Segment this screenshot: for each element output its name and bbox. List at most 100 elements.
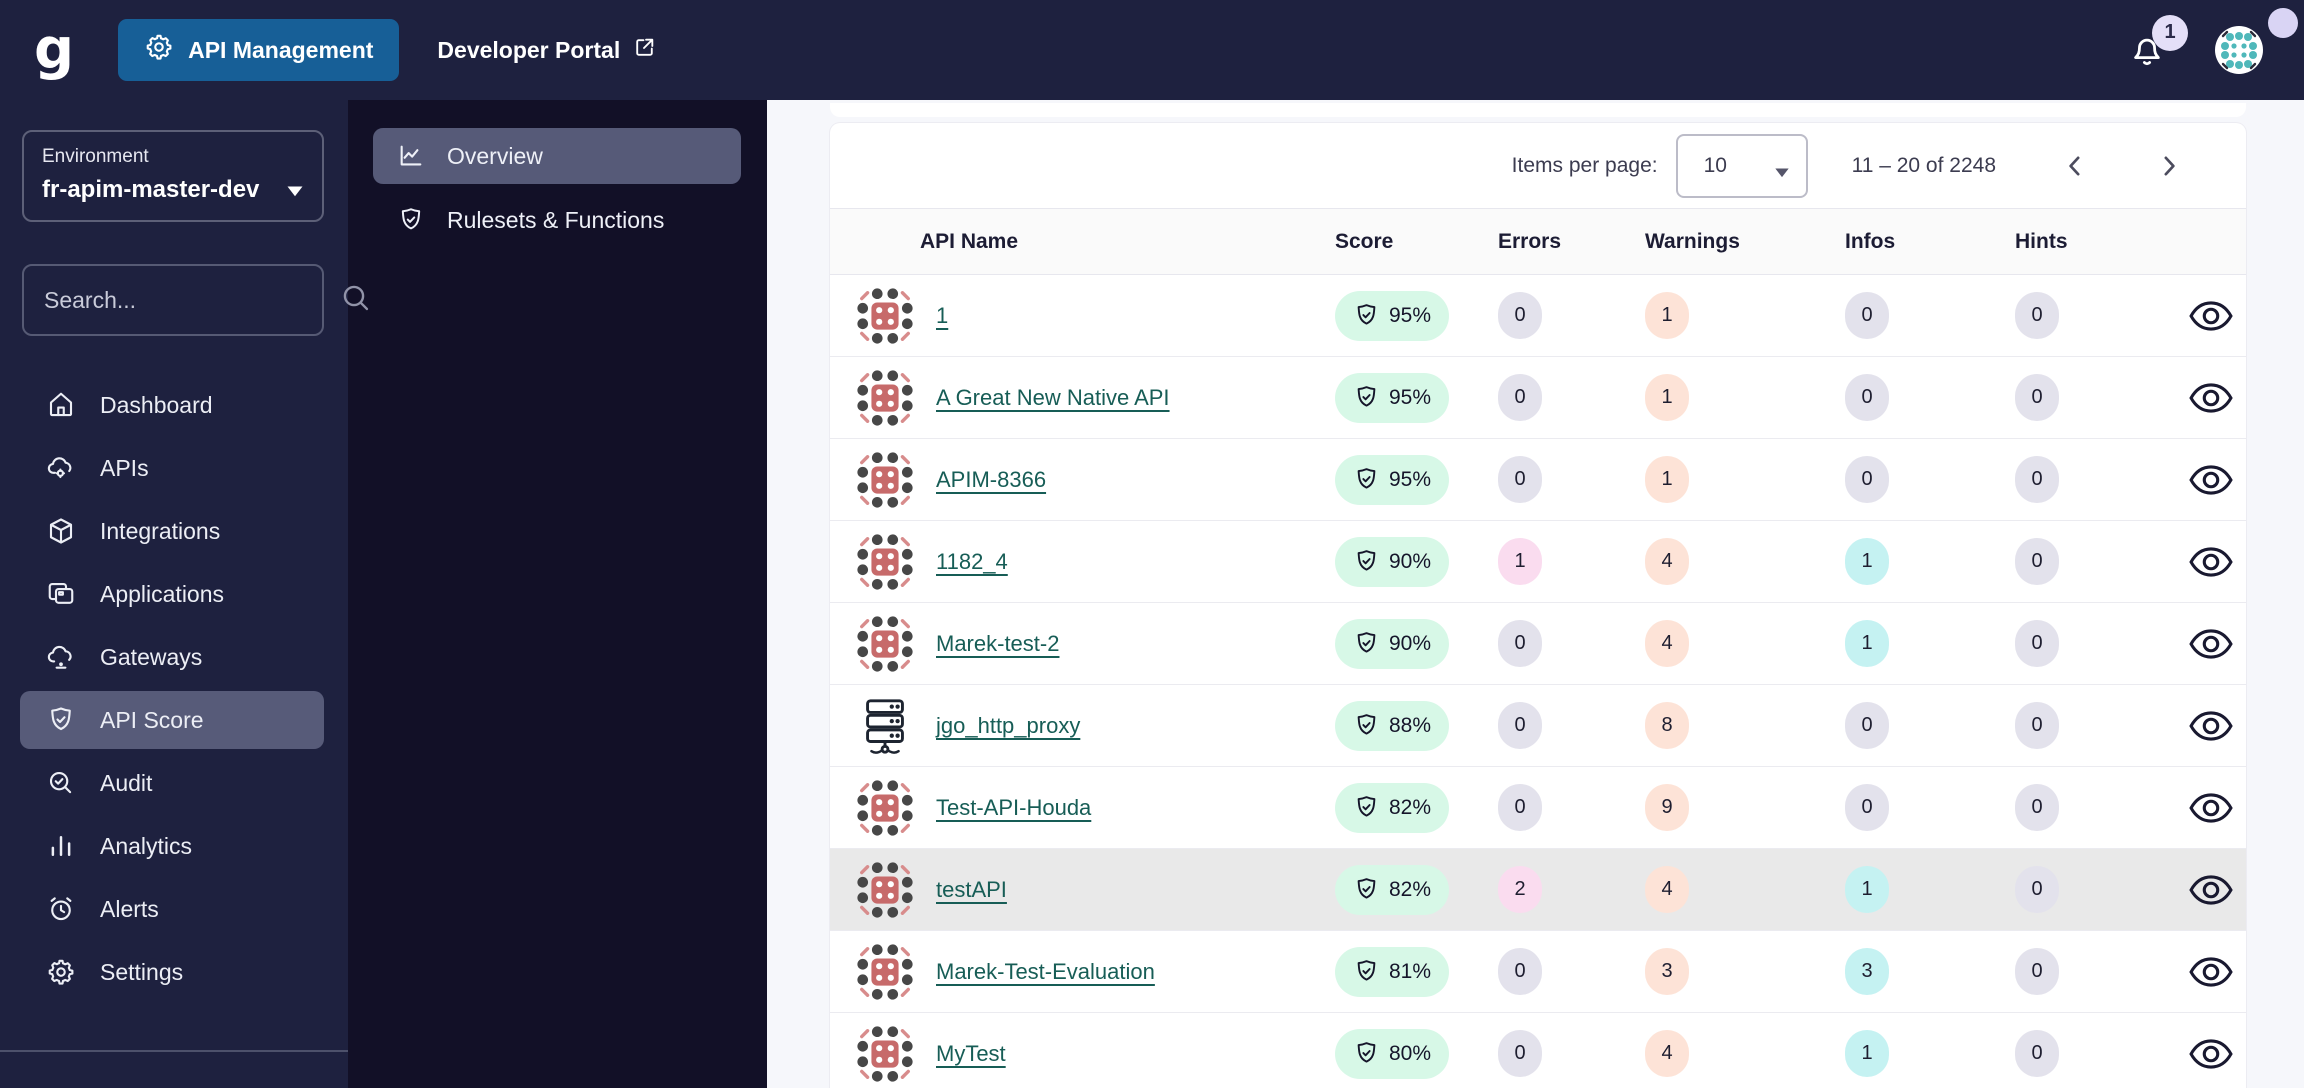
developer-portal-label: Developer Portal: [437, 37, 620, 64]
caret-down-icon: [1774, 160, 1790, 171]
eye-icon[interactable]: [2188, 956, 2234, 988]
shield-check-icon: [397, 206, 425, 234]
sidebar-item-settings[interactable]: Settings: [20, 943, 324, 1001]
search-input[interactable]: [44, 287, 340, 314]
sidebar-item-alerts[interactable]: Alerts: [20, 880, 324, 938]
line-chart-icon: [397, 142, 425, 170]
sidebar-search: [22, 264, 324, 336]
api-name-link[interactable]: jgo_http_proxy: [936, 713, 1080, 739]
sidebar-item-dashboard[interactable]: Dashboard: [20, 376, 324, 434]
eye-icon[interactable]: [2188, 792, 2234, 824]
api-identicon: [854, 531, 916, 593]
warnings-count: 9: [1645, 784, 1845, 831]
api-name-link[interactable]: testAPI: [936, 877, 1007, 903]
eye-icon[interactable]: [2188, 1038, 2234, 1070]
search-check-icon: [46, 768, 76, 798]
errors-count: 0: [1498, 702, 1645, 749]
column-header-warnings: Warnings: [1645, 230, 1845, 254]
errors-count: 1: [1498, 538, 1645, 585]
errors-count: 0: [1498, 292, 1645, 339]
infos-count: 1: [1845, 1030, 2015, 1077]
developer-portal-link[interactable]: Developer Portal: [437, 35, 657, 66]
gravitee-logo[interactable]: g: [34, 25, 72, 75]
sidebar-item-applications[interactable]: Applications: [20, 565, 324, 623]
topbar: g API Management Developer Portal 1: [0, 0, 2304, 100]
api-name-link[interactable]: 1182_4: [936, 549, 1008, 575]
api-score-card: Items per page: 10 11 – 20 of 2248 API N…: [830, 123, 2246, 1088]
table-row: A Great New Native API95%0100: [830, 357, 2246, 439]
eye-icon[interactable]: [2188, 710, 2234, 742]
sidebar-item-integrations[interactable]: Integrations: [20, 502, 324, 560]
warnings-count: 1: [1645, 456, 1845, 503]
cube-icon: [46, 516, 76, 546]
warnings-count: 4: [1645, 538, 1845, 585]
score-badge: 90%: [1335, 619, 1449, 669]
eye-icon[interactable]: [2188, 382, 2234, 414]
external-link-icon: [632, 35, 657, 66]
cloud-node-icon: [46, 642, 76, 672]
eye-icon[interactable]: [2188, 546, 2234, 578]
sidebar-item-analytics[interactable]: Analytics: [20, 817, 324, 875]
notifications-button[interactable]: 1: [2126, 27, 2168, 74]
table-row: 195%0100: [830, 275, 2246, 357]
next-page-button[interactable]: [2154, 151, 2184, 181]
errors-count: 0: [1498, 1030, 1645, 1077]
api-name-link[interactable]: 1: [936, 303, 948, 329]
hints-count: 0: [2015, 1030, 2175, 1077]
sidebar-item-api-score[interactable]: API Score: [20, 691, 324, 749]
api-name-link[interactable]: Marek-Test-Evaluation: [936, 959, 1155, 985]
api-identicon: [854, 859, 916, 921]
caret-down-icon: [286, 184, 304, 196]
api-name-link[interactable]: MyTest: [936, 1041, 1006, 1067]
sidebar-item-label: APIs: [100, 455, 149, 482]
table-row: Test-API-Houda82%0900: [830, 767, 2246, 849]
previous-page-button[interactable]: [2060, 151, 2090, 181]
score-badge: 88%: [1335, 701, 1449, 751]
environment-select[interactable]: Environment fr-apim-master-dev: [22, 130, 324, 222]
secondary-sidebar: Overview Rulesets & Functions: [348, 100, 767, 1088]
user-avatar[interactable]: [2214, 25, 2264, 75]
bell-icon: [2126, 56, 2168, 73]
score-badge: 90%: [1335, 537, 1449, 587]
eye-icon[interactable]: [2188, 300, 2234, 332]
primary-sidebar: Environment fr-apim-master-dev Dashboard…: [0, 100, 348, 1088]
api-name-link[interactable]: APIM-8366: [936, 467, 1046, 493]
infos-count: 1: [1845, 620, 2015, 667]
api-name-link[interactable]: Marek-test-2: [936, 631, 1059, 657]
warnings-count: 1: [1645, 292, 1845, 339]
infos-count: 0: [1845, 456, 2015, 503]
app-windows-icon: [46, 579, 76, 609]
subsidebar-item-overview[interactable]: Overview: [373, 128, 741, 184]
score-badge: 95%: [1335, 455, 1449, 505]
eye-icon[interactable]: [2188, 874, 2234, 906]
subsidebar-item-label: Overview: [447, 143, 543, 170]
items-per-page-select[interactable]: 10: [1676, 134, 1808, 198]
api-name-link[interactable]: A Great New Native API: [936, 385, 1170, 411]
sidebar-item-label: Integrations: [100, 518, 220, 545]
subsidebar-item-rulesets-functions[interactable]: Rulesets & Functions: [373, 192, 741, 248]
column-header-api-name: API Name: [830, 230, 1335, 254]
eye-icon[interactable]: [2188, 464, 2234, 496]
api-identicon: [854, 449, 916, 511]
score-badge: 82%: [1335, 865, 1449, 915]
environment-value: fr-apim-master-dev: [42, 176, 259, 204]
infos-count: 1: [1845, 538, 2015, 585]
api-management-nav[interactable]: API Management: [118, 19, 399, 81]
eye-icon[interactable]: [2188, 628, 2234, 660]
pagination-range: 11 – 20 of 2248: [1852, 154, 1996, 178]
api-identicon: [854, 367, 916, 429]
shell: Environment fr-apim-master-dev Dashboard…: [0, 100, 2304, 1088]
gear-icon: [144, 32, 174, 68]
sidebar-item-apis[interactable]: APIs: [20, 439, 324, 497]
infos-count: 0: [1845, 702, 2015, 749]
api-name-link[interactable]: Test-API-Houda: [936, 795, 1091, 821]
sidebar-item-gateways[interactable]: Gateways: [20, 628, 324, 686]
errors-count: 0: [1498, 784, 1645, 831]
gear-icon: [46, 957, 76, 987]
sidebar-item-audit[interactable]: Audit: [20, 754, 324, 812]
warnings-count: 3: [1645, 948, 1845, 995]
alarm-clock-icon: [46, 894, 76, 924]
table-body: 195%0100A Great New Native API95%0100API…: [830, 275, 2246, 1088]
infos-count: 3: [1845, 948, 2015, 995]
scrolled-card-edge: [830, 103, 2246, 117]
